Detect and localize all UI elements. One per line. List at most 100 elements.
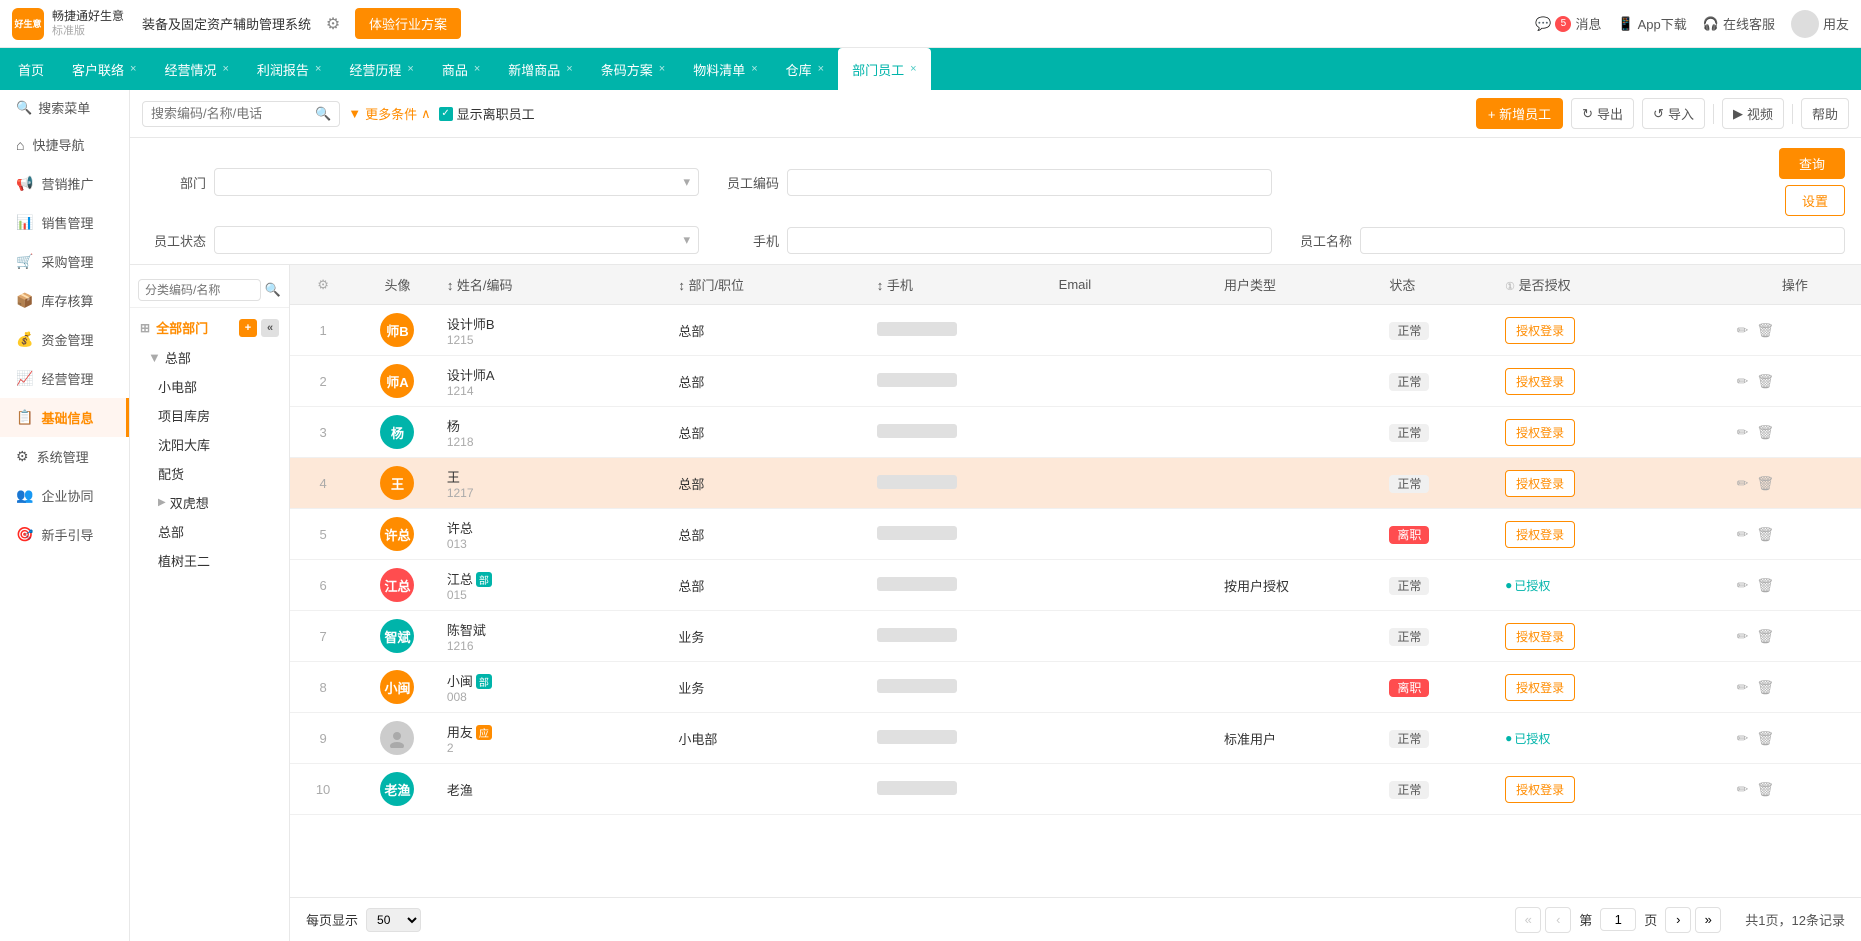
dept-item-hq[interactable]: 总部 [130,517,289,546]
dept-search-input[interactable] [138,279,261,301]
edit-icon[interactable]: ✏ [1737,424,1749,441]
sidebar-item-sales[interactable]: 📊 销售管理 [0,203,129,242]
delete-icon[interactable]: 🗑 [1756,322,1774,339]
close-icon[interactable]: × [474,63,480,75]
show-resigned-toggle[interactable]: ✓ 显示离职员工 [439,104,535,123]
page-input[interactable] [1600,908,1636,931]
search-input[interactable] [151,106,311,121]
delete-icon[interactable]: 🗑 [1756,679,1774,696]
sidebar-item-collab[interactable]: 👥 企业协同 [0,476,129,515]
phone-input[interactable] [787,227,1272,254]
import-button[interactable]: ↺ 导入 [1642,98,1705,129]
dept-item-electronics[interactable]: 小电部 [130,372,289,401]
sidebar-item-finance[interactable]: 💰 资金管理 [0,320,129,359]
delete-icon[interactable]: 🗑 [1756,628,1774,645]
close-icon[interactable]: × [222,63,228,75]
user-item[interactable]: 用友 [1791,10,1849,38]
edit-icon[interactable]: ✏ [1737,526,1749,543]
delete-icon[interactable]: 🗑 [1756,526,1774,543]
auth-button[interactable]: 授权登录 [1505,674,1575,701]
auth-button[interactable]: 授权登录 [1505,776,1575,803]
dept-item-shuanghu[interactable]: ▶ 双虎想 [130,488,289,517]
close-icon[interactable]: × [659,63,665,75]
tab-warehouse[interactable]: 仓库× [772,48,838,90]
edit-icon[interactable]: ✏ [1737,373,1749,390]
sidebar-item-purchase[interactable]: 🛒 采购管理 [0,242,129,281]
query-button[interactable]: 查询 [1779,148,1845,179]
sidebar-item-guide[interactable]: 🎯 新手引导 [0,515,129,554]
close-icon[interactable]: × [315,63,321,75]
delete-icon[interactable]: 🗑 [1756,424,1774,441]
export-button[interactable]: ↻ 导出 [1571,98,1634,129]
auth-button[interactable]: 授权登录 [1505,419,1575,446]
dept-item-tree[interactable]: 植树王二 [130,546,289,575]
auth-button[interactable]: 授权登录 [1505,317,1575,344]
tab-barcode[interactable]: 条码方案× [587,48,679,90]
tab-add-goods[interactable]: 新增商品× [494,48,586,90]
online-service-item[interactable]: 🎧 在线客服 [1703,14,1775,33]
close-icon[interactable]: × [910,63,916,75]
search-icon-dept[interactable]: 🔍 [265,282,281,298]
set-button[interactable]: 设置 [1785,185,1845,216]
sidebar-item-marketing[interactable]: 📢 营销推广 [0,164,129,203]
col-dept-header[interactable]: ↕ 部门/职位 [670,265,868,305]
dept-item-project[interactable]: 项目库房 [130,401,289,430]
sidebar-search[interactable]: 🔍 搜索菜单 [0,90,129,125]
add-employee-button[interactable]: + 新增员工 [1476,98,1563,129]
col-phone-header[interactable]: ↕ 手机 [869,265,1051,305]
tab-history[interactable]: 经营历程× [335,48,427,90]
tab-goods[interactable]: 商品× [428,48,494,90]
auth-button[interactable]: 授权登录 [1505,521,1575,548]
search-icon-btn[interactable]: 🔍 [315,106,331,122]
next-page-btn[interactable]: › [1665,907,1691,933]
auth-button[interactable]: 授权登录 [1505,368,1575,395]
close-icon[interactable]: × [751,63,757,75]
delete-icon[interactable]: 🗑 [1756,577,1774,594]
view-button[interactable]: ▶ 视频 [1722,98,1784,129]
close-icon[interactable]: × [407,63,413,75]
dept-select[interactable]: ▾ [214,168,699,196]
message-item[interactable]: 💬 5 消息 [1535,14,1601,33]
sidebar-item-basic[interactable]: 📋 基础信息 [0,398,129,437]
edit-icon[interactable]: ✏ [1737,730,1749,747]
dept-item-general[interactable]: ▼ 总部 [130,343,289,372]
delete-icon[interactable]: 🗑 [1756,475,1774,492]
auth-button[interactable]: 授权登录 [1505,470,1575,497]
tab-bom[interactable]: 物料清单× [679,48,771,90]
tab-customer[interactable]: 客户联络× [58,48,150,90]
prev-page-btn[interactable]: ‹ [1545,907,1571,933]
tab-department[interactable]: 部门员工× [838,48,930,90]
add-dept-icon[interactable]: + [239,319,257,337]
edit-icon[interactable]: ✏ [1737,475,1749,492]
page-size-select[interactable]: 50 20 100 [366,908,421,932]
empname-input[interactable] [1360,227,1845,254]
auth-button[interactable]: 授权登录 [1505,623,1575,650]
help-button[interactable]: 帮助 [1801,98,1849,129]
sidebar-item-inventory[interactable]: 📦 库存核算 [0,281,129,320]
dept-item-shenyang[interactable]: 沈阳大库 [130,430,289,459]
col-name-header[interactable]: ↕ 姓名/编码 [439,265,671,305]
last-page-btn[interactable]: » [1695,907,1721,933]
edit-icon[interactable]: ✏ [1737,628,1749,645]
gear-button[interactable]: ⚙ [319,10,347,38]
tab-home[interactable]: 首页 [4,48,58,90]
sidebar-item-system[interactable]: ⚙ 系统管理 [0,437,129,476]
empstatus-select[interactable]: ▾ [214,226,699,254]
app-download-item[interactable]: 📱 App下载 [1617,14,1686,33]
delete-icon[interactable]: 🗑 [1756,730,1774,747]
edit-icon[interactable]: ✏ [1737,781,1749,798]
sidebar-item-business[interactable]: 📈 经营管理 [0,359,129,398]
edit-icon[interactable]: ✏ [1737,679,1749,696]
more-filter-btn[interactable]: ▼ 更多条件 ∧ [348,104,430,123]
sidebar-item-nav[interactable]: ⌂ 快捷导航 [0,125,129,164]
close-icon[interactable]: × [130,63,136,75]
tab-operation[interactable]: 经营情况× [150,48,242,90]
trial-button[interactable]: 体验行业方案 [355,8,461,39]
edit-icon[interactable]: ✏ [1737,577,1749,594]
tab-profit[interactable]: 利润报告× [243,48,335,90]
first-page-btn[interactable]: « [1515,907,1541,933]
empcode-input[interactable] [787,169,1272,196]
close-icon[interactable]: × [818,63,824,75]
edit-icon[interactable]: ✏ [1737,322,1749,339]
close-icon[interactable]: × [566,63,572,75]
